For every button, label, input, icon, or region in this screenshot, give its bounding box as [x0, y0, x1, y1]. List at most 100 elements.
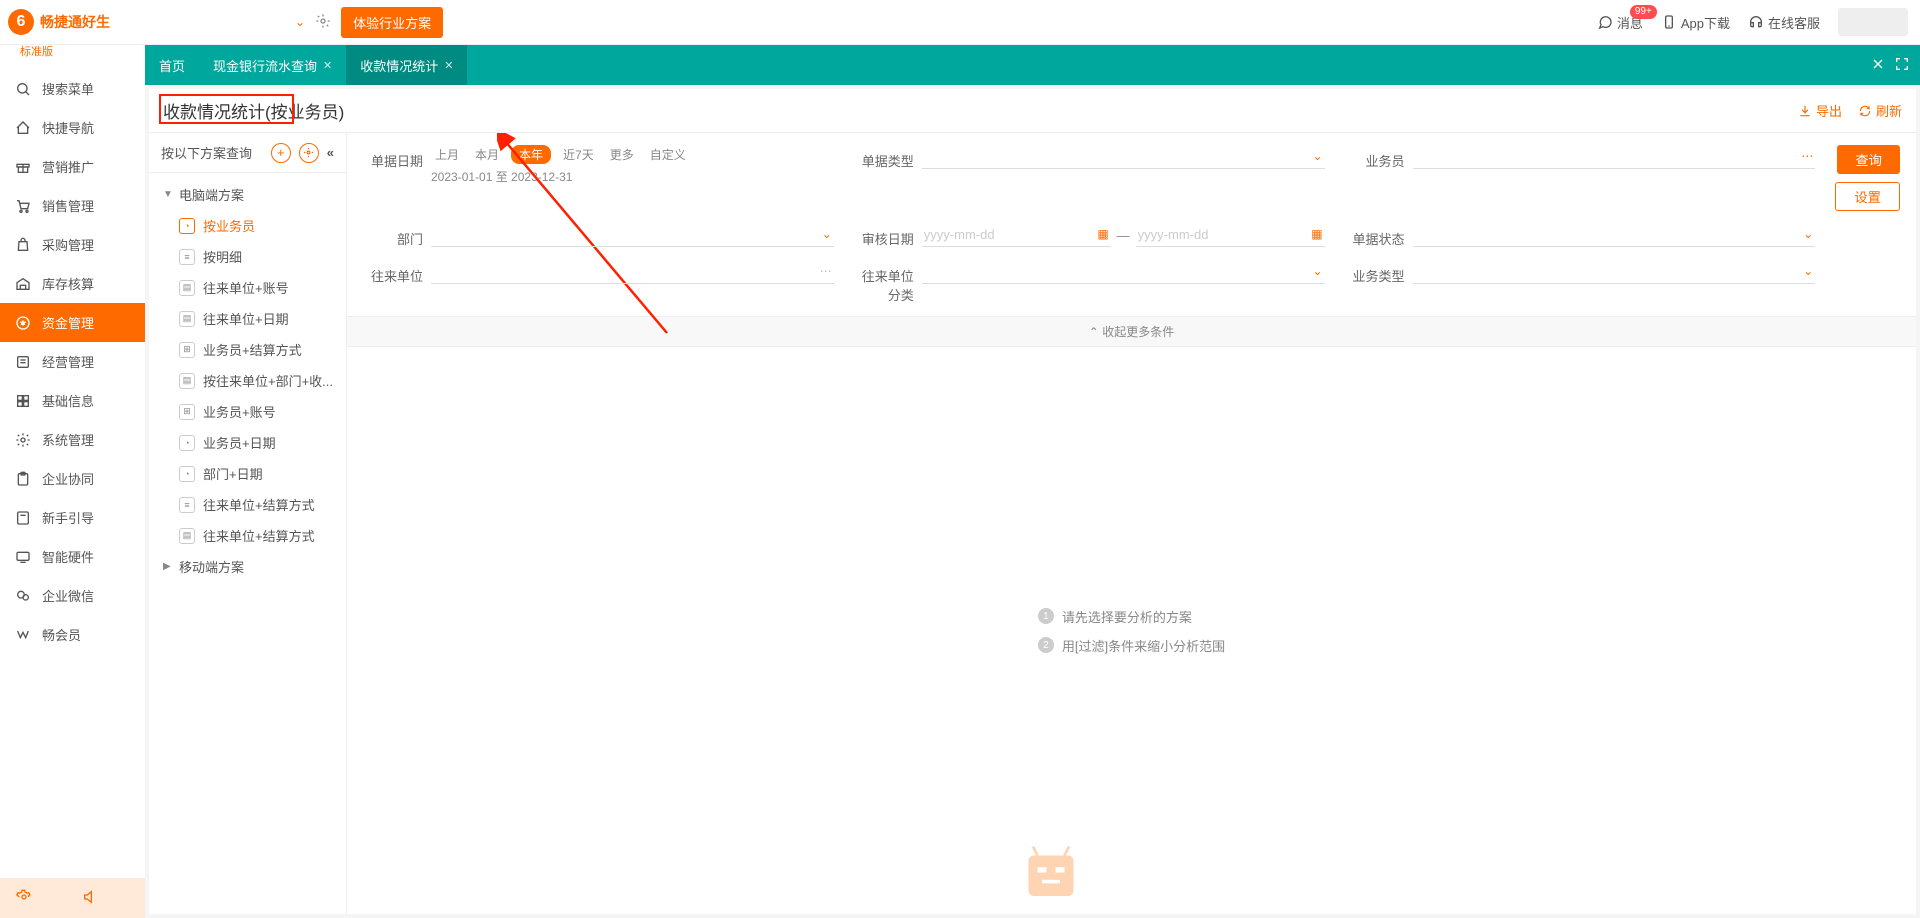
- nav-wecom[interactable]: 企业微信: [0, 576, 145, 615]
- partner-input[interactable]: [431, 260, 834, 284]
- date-range-text: 2023-01-01 至 2023-12-31: [431, 168, 834, 185]
- tree-item[interactable]: ◔部门+日期: [149, 458, 346, 489]
- nav-collab[interactable]: 企业协同: [0, 459, 145, 498]
- nav-purchase[interactable]: 采购管理: [0, 225, 145, 264]
- tree-group-desktop[interactable]: ▼电脑端方案: [149, 179, 346, 210]
- nav-search[interactable]: 搜索菜单: [0, 69, 145, 108]
- query-button[interactable]: 查询: [1837, 145, 1900, 174]
- chevron-down-icon[interactable]: ⌄: [1803, 264, 1813, 278]
- close-icon[interactable]: ✕: [444, 59, 453, 72]
- salesperson-input[interactable]: [1413, 145, 1816, 169]
- tree-item[interactable]: ⊞业务员+结算方式: [149, 334, 346, 365]
- support-link[interactable]: 在线客服: [1748, 13, 1820, 32]
- nav-menu: 搜索菜单 快捷导航 营销推广 销售管理 采购管理 库存核算 资金管理 经营管理 …: [0, 63, 145, 878]
- tree-item-salesperson[interactable]: ◔按业务员: [149, 210, 346, 241]
- bill-type-input[interactable]: [922, 145, 1325, 169]
- gear-icon[interactable]: [16, 889, 32, 908]
- vip-icon: [14, 626, 32, 644]
- tabs-bar: 首页 现金银行流水查询✕ 收款情况统计✕: [145, 45, 1920, 85]
- device-icon: [14, 548, 32, 566]
- nav-operation[interactable]: 经营管理: [0, 342, 145, 381]
- chevron-up-icon: ⌃: [1089, 325, 1102, 339]
- more-icon[interactable]: ⋯: [820, 264, 832, 278]
- tree-item[interactable]: ⊞业务员+账号: [149, 396, 346, 427]
- audit-date-to[interactable]: [1136, 223, 1325, 247]
- tab-home[interactable]: 首页: [145, 45, 199, 85]
- edition-label: 标准版: [0, 43, 145, 59]
- date-opt[interactable]: 更多: [606, 145, 638, 164]
- department-input[interactable]: [431, 223, 834, 247]
- nav-marketing[interactable]: 营销推广: [0, 147, 145, 186]
- audit-date-from[interactable]: [922, 223, 1111, 247]
- nav-inventory[interactable]: 库存核算: [0, 264, 145, 303]
- collapse-filters-bar[interactable]: ⌃ 收起更多条件: [347, 316, 1916, 347]
- tree-item[interactable]: ◔业务员+日期: [149, 427, 346, 458]
- close-icon[interactable]: ✕: [323, 59, 332, 72]
- chevron-down-icon[interactable]: ⌄: [822, 227, 832, 241]
- tree-item[interactable]: ▤往来单位+日期: [149, 303, 346, 334]
- biz-type-input[interactable]: [1413, 260, 1816, 284]
- filter-bill-date: 单据日期 上月 本月 本年 近7天 更多 自定义: [363, 145, 834, 185]
- industry-plan-button[interactable]: 体验行业方案: [341, 7, 443, 38]
- add-scheme-button[interactable]: +: [271, 143, 291, 163]
- tree-item[interactable]: ≡按明细: [149, 241, 346, 272]
- collapse-panel-button[interactable]: «: [327, 145, 334, 160]
- user-avatar[interactable]: [1838, 8, 1908, 36]
- date-opt[interactable]: 本月: [471, 145, 503, 164]
- page-title-bar: 收款情况统计(按业务员) 导出 刷新: [149, 89, 1916, 133]
- tree-item[interactable]: ▤往来单位+结算方式: [149, 520, 346, 551]
- date-opt[interactable]: 上月: [431, 145, 463, 164]
- nav-quicknav[interactable]: 快捷导航: [0, 108, 145, 147]
- bill-status-input[interactable]: [1413, 223, 1816, 247]
- close-all-icon[interactable]: [1870, 56, 1886, 75]
- result-area: 1请先选择要分析的方案 2用[过滤]条件来缩小分析范围: [347, 347, 1916, 914]
- sound-icon[interactable]: [82, 889, 98, 908]
- gear-icon[interactable]: [315, 13, 331, 32]
- nav-basedata[interactable]: 基础信息: [0, 381, 145, 420]
- app-download-link[interactable]: App下载: [1661, 13, 1730, 32]
- calendar-icon[interactable]: ▦: [1311, 227, 1322, 241]
- grid-icon: [14, 392, 32, 410]
- tree-item[interactable]: ▤按往来单位+部门+收...: [149, 365, 346, 396]
- nav-finance[interactable]: 资金管理: [0, 303, 145, 342]
- clipboard-icon: [14, 470, 32, 488]
- tree-group-mobile[interactable]: ▶移动端方案: [149, 551, 346, 582]
- clock-icon: ◔: [179, 218, 195, 234]
- filter-partner: 往来单位 ⋯: [363, 260, 834, 285]
- export-button[interactable]: 导出: [1798, 101, 1842, 120]
- settings-button[interactable]: 设置: [1835, 182, 1900, 211]
- date-opt-active[interactable]: 本年: [511, 145, 551, 164]
- main: ⌄ 体验行业方案 消息 99+ App下载 在线客服: [145, 0, 1920, 918]
- chevron-down-icon[interactable]: ⌄: [295, 15, 305, 29]
- chevron-down-icon[interactable]: ⌄: [1313, 264, 1323, 278]
- sidebar-footer: [0, 878, 145, 918]
- more-icon[interactable]: ⋯: [1801, 149, 1813, 163]
- tree-item[interactable]: ▤往来单位+账号: [149, 272, 346, 303]
- nav-hardware[interactable]: 智能硬件: [0, 537, 145, 576]
- tab-receipt-stats[interactable]: 收款情况统计✕: [346, 45, 467, 85]
- warehouse-icon: [14, 275, 32, 293]
- nav-system[interactable]: 系统管理: [0, 420, 145, 459]
- logo: 6 畅捷通好生: [0, 0, 145, 45]
- settings-icon: [14, 431, 32, 449]
- partner-cat-input[interactable]: [922, 260, 1325, 284]
- chevron-down-icon[interactable]: ⌄: [1313, 149, 1323, 163]
- scheme-settings-button[interactable]: [299, 143, 319, 163]
- sidebar: 6 畅捷通好生 标准版 搜索菜单 快捷导航 营销推广 销售管理 采购管理 库存核…: [0, 0, 145, 918]
- nav-sales[interactable]: 销售管理: [0, 186, 145, 225]
- refresh-button[interactable]: 刷新: [1858, 101, 1902, 120]
- filter-biz-type: 业务类型 ⌄: [1345, 260, 1816, 285]
- nav-guide[interactable]: 新手引导: [0, 498, 145, 537]
- messages-link[interactable]: 消息 99+: [1597, 13, 1643, 32]
- calendar-icon[interactable]: ▦: [1097, 227, 1108, 241]
- chevron-down-icon[interactable]: ⌄: [1803, 227, 1813, 241]
- nav-member[interactable]: 畅会员: [0, 615, 145, 654]
- date-opt[interactable]: 自定义: [646, 145, 690, 164]
- hint-item: 2用[过滤]条件来缩小分析范围: [1038, 636, 1225, 655]
- fullscreen-icon[interactable]: [1894, 56, 1910, 75]
- tab-cashflow[interactable]: 现金银行流水查询✕: [199, 45, 346, 85]
- tree-item[interactable]: ≡往来单位+结算方式: [149, 489, 346, 520]
- date-opt[interactable]: 近7天: [559, 145, 598, 164]
- search-icon: [14, 80, 32, 98]
- wechat-icon: [14, 587, 32, 605]
